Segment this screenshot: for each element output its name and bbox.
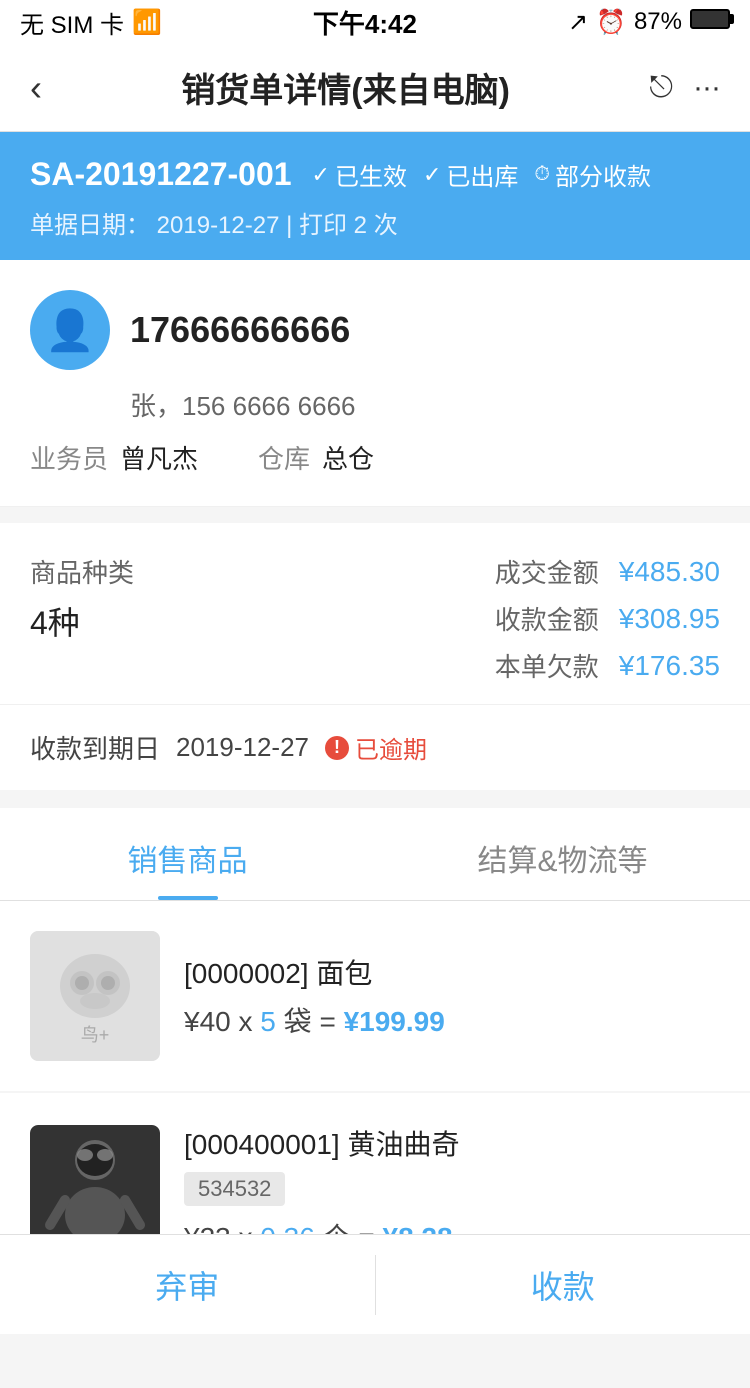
clock-icon: ⏱ — [534, 163, 550, 186]
warehouse-item: 仓库 总仓 — [258, 439, 374, 476]
debt-amount-label: 本单欠款 — [495, 647, 599, 684]
deal-amount-value: ¥485.30 — [619, 556, 720, 588]
salesman-value: 曾凡杰 — [120, 439, 198, 476]
deal-amount-label: 成交金额 — [495, 553, 599, 590]
collect-amount-item: 收款金额 ¥308.95 — [495, 600, 720, 637]
more-button[interactable]: ··· — [693, 71, 720, 105]
summary-left: 商品种类 4种 — [30, 553, 134, 644]
salesman-label: 业务员 — [30, 439, 108, 476]
avatar: 👤 — [30, 290, 110, 370]
status-bar: 无 SIM 卡 📶 下午4:42 ↗ ⏰ 87% — [0, 0, 750, 44]
product-title-2: 黄油曲奇 — [348, 1129, 460, 1160]
product-id-2: [000400001] — [184, 1129, 340, 1160]
product-info-1: [0000002] 面包 ¥40 x 5 袋 = ¥199.99 — [184, 952, 720, 1040]
product-list: 鸟+ [0000002] 面包 ¥40 x 5 袋 = ¥199.99 — [0, 901, 750, 1286]
summary-right: 成交金额 ¥485.30 收款金额 ¥308.95 本单欠款 ¥176.35 — [495, 553, 720, 684]
page-title: 销货单详情(来自电脑) — [181, 63, 510, 112]
tab-sales-products[interactable]: 销售商品 — [0, 808, 375, 900]
abandon-label: 弃审 — [155, 1262, 219, 1308]
back-button[interactable]: ‹ — [30, 67, 42, 109]
customer-section: 👤 17666666666 张，156 6666 6666 业务员 曾凡杰 仓库… — [0, 260, 750, 506]
order-id: SA-20191227-001 — [30, 156, 292, 193]
product-name-2: [000400001] 黄油曲奇 — [184, 1123, 720, 1163]
product-title-1: 面包 — [316, 958, 372, 989]
order-date-value: 2019-12-27 — [157, 212, 280, 239]
nav-bar: ‹ 销货单详情(来自电脑) ⎋ ··· — [0, 44, 750, 132]
order-print-info: | 打印 2 次 — [286, 212, 398, 239]
collect-amount-value: ¥308.95 — [619, 603, 720, 635]
collect-button[interactable]: 收款 — [376, 1235, 750, 1334]
product-thumb-1: 鸟+ — [30, 931, 160, 1061]
wifi-icon: 📶 — [132, 8, 162, 37]
product-price-row-1: ¥40 x 5 袋 = ¥199.99 — [184, 1000, 720, 1040]
collect-label: 收款 — [531, 1262, 595, 1308]
bottom-bar: 弃审 收款 — [0, 1234, 750, 1334]
collect-amount-label: 收款金额 — [495, 600, 599, 637]
tab-sales-products-label: 销售商品 — [128, 845, 248, 878]
abandon-button[interactable]: 弃审 — [0, 1235, 375, 1334]
customer-meta: 业务员 曾凡杰 仓库 总仓 — [30, 439, 720, 486]
avatar-icon: 👤 — [45, 307, 95, 354]
status-badge-effective: ✓ 已生效 — [312, 157, 407, 192]
tabs: 销售商品 结算&物流等 — [0, 808, 750, 901]
status-badge-shipped: ✓ 已出库 — [423, 157, 518, 192]
list-item: 鸟+ [0000002] 面包 ¥40 x 5 袋 = ¥199.99 — [0, 901, 750, 1091]
status-right: ↗ ⏰ 87% — [568, 8, 730, 37]
customer-sub-info: 张，156 6666 6666 — [30, 386, 720, 423]
warehouse-label: 仓库 — [258, 439, 310, 476]
status-badges: ✓ 已生效 ✓ 已出库 ⏱ 部分收款 — [312, 157, 651, 192]
due-section: 收款到期日 2019-12-27 ! 已逾期 — [0, 705, 750, 790]
share-button[interactable]: ⎋ — [649, 71, 673, 105]
product-tag-2: 534532 — [184, 1172, 285, 1206]
overdue-badge: ! 已逾期 — [325, 730, 427, 765]
summary-row: 商品种类 4种 成交金额 ¥485.30 收款金额 ¥308.95 本单欠款 ¥… — [30, 553, 720, 684]
customer-row: 👤 17666666666 — [30, 290, 720, 370]
nav-actions: ⎋ ··· — [649, 71, 720, 105]
svg-text:鸟+: 鸟+ — [81, 1025, 110, 1045]
category-count: 4种 — [30, 598, 134, 644]
order-date: 单据日期： 2019-12-27 | 打印 2 次 — [30, 205, 720, 240]
tab-settlement-label: 结算&物流等 — [477, 845, 647, 878]
battery-text: 87% — [634, 8, 682, 36]
customer-phone: 17666666666 — [130, 309, 350, 351]
alarm-icon: ⏰ — [596, 8, 626, 37]
product-total-1: ¥199.99 — [344, 1006, 445, 1037]
product-price-1: ¥40 — [184, 1006, 231, 1037]
category-label: 商品种类 — [30, 553, 134, 590]
battery-icon — [690, 8, 730, 36]
due-date-label: 收款到期日 — [30, 729, 160, 766]
thick-divider-2 — [0, 790, 750, 806]
status-effective-label: 已生效 — [335, 157, 407, 192]
product-name-1: [0000002] 面包 — [184, 952, 720, 992]
product-id-1: [0000002] — [184, 958, 309, 989]
status-shipped-label: 已出库 — [446, 157, 518, 192]
location-icon: ↗ — [568, 8, 588, 37]
order-date-label: 单据日期： — [30, 212, 150, 239]
order-header: SA-20191227-001 ✓ 已生效 ✓ 已出库 ⏱ 部分收款 单据日期：… — [0, 132, 750, 260]
overdue-text: 已逾期 — [355, 730, 427, 765]
debt-amount-item: 本单欠款 ¥176.35 — [495, 647, 720, 684]
debt-amount-value: ¥176.35 — [619, 650, 720, 682]
carrier-text: 无 SIM 卡 — [20, 5, 124, 40]
thick-divider-1 — [0, 507, 750, 523]
status-left: 无 SIM 卡 📶 — [20, 5, 162, 40]
order-header-top: SA-20191227-001 ✓ 已生效 ✓ 已出库 ⏱ 部分收款 — [30, 156, 720, 193]
warehouse-value: 总仓 — [322, 439, 374, 476]
product-equals-1: = — [319, 1006, 343, 1037]
product-thumb-svg-1: 鸟+ — [30, 931, 160, 1061]
product-unit-1: 袋 — [284, 1006, 312, 1037]
check-icon-1: ✓ — [312, 162, 330, 188]
check-icon-2: ✓ — [423, 162, 441, 188]
status-partial-label: 部分收款 — [555, 157, 651, 192]
product-multiply-1: x — [239, 1006, 261, 1037]
tab-settlement[interactable]: 结算&物流等 — [375, 808, 750, 900]
status-badge-partial: ⏱ 部分收款 — [534, 157, 651, 192]
product-quantity-1: 5 — [260, 1006, 276, 1037]
deal-amount-item: 成交金额 ¥485.30 — [495, 553, 720, 590]
overdue-icon: ! — [325, 736, 349, 760]
due-date-value: 2019-12-27 — [176, 732, 309, 763]
summary-section: 商品种类 4种 成交金额 ¥485.30 收款金额 ¥308.95 本单欠款 ¥… — [0, 523, 750, 704]
status-time: 下午4:42 — [313, 4, 417, 41]
salesman-item: 业务员 曾凡杰 — [30, 439, 198, 476]
